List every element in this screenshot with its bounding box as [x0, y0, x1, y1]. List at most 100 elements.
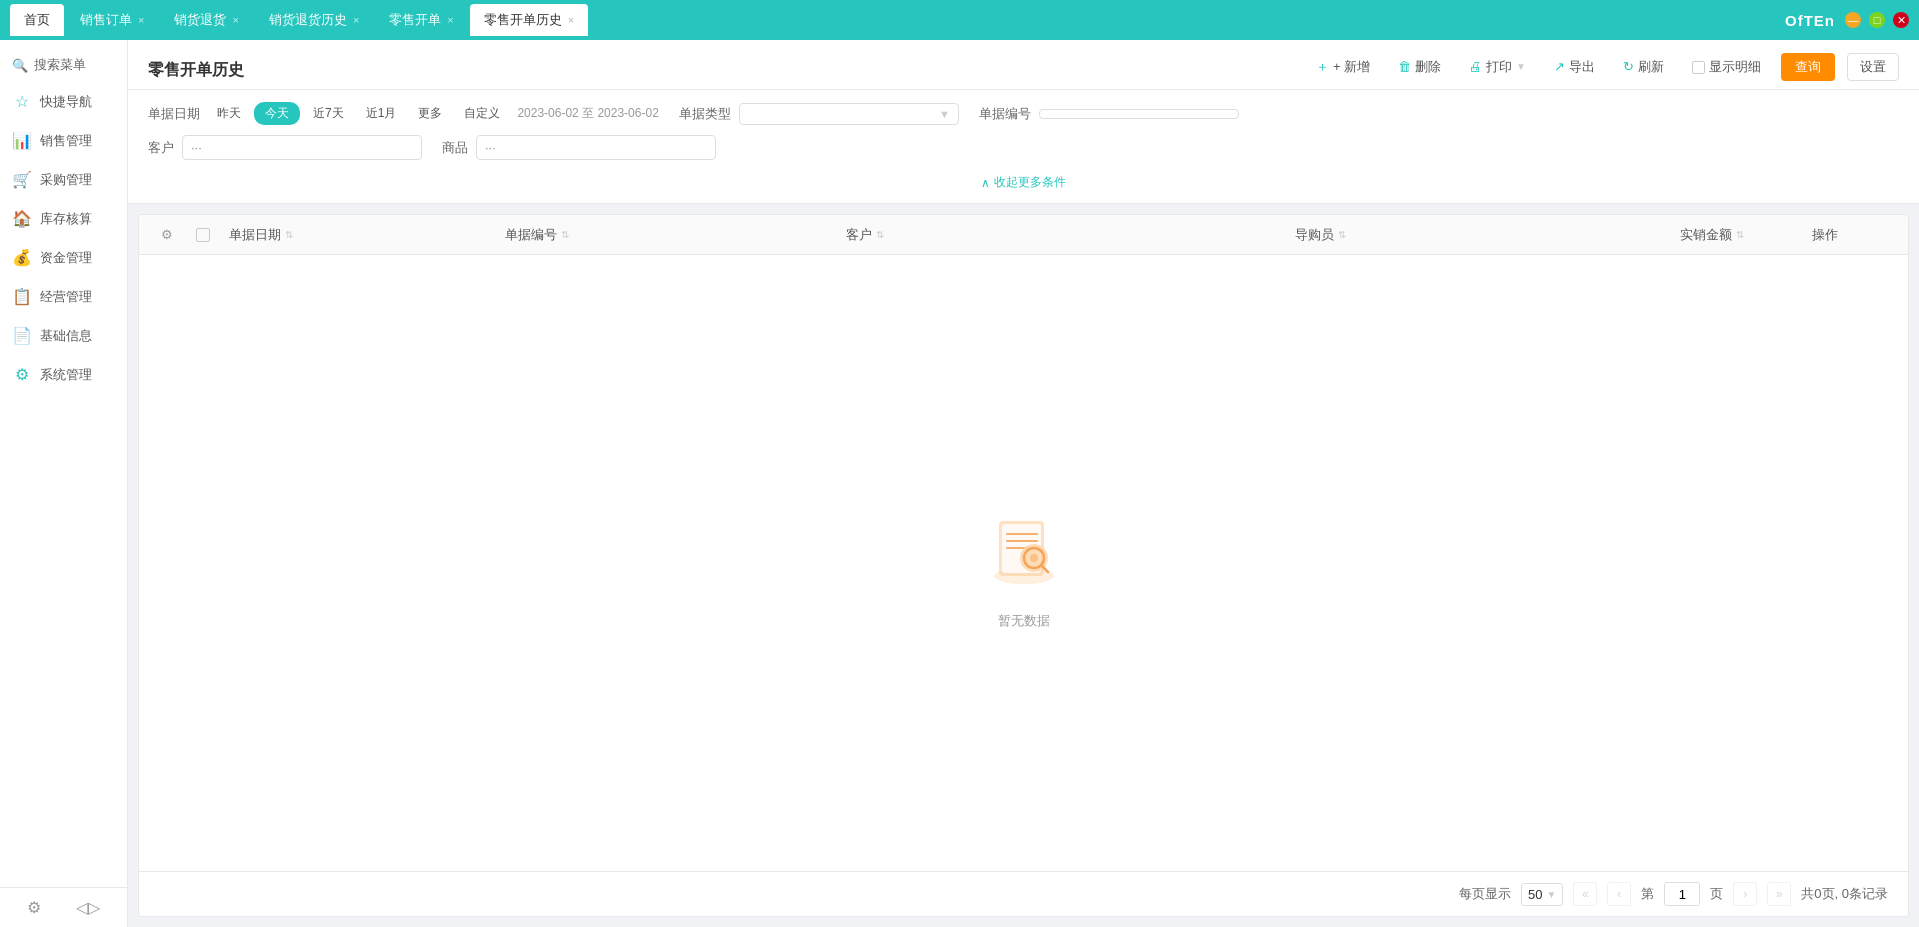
next-page-btn[interactable]: ›	[1733, 882, 1757, 906]
top-bar-right: OfTEn — □ ✕	[1785, 12, 1909, 29]
empty-state: 暂无数据	[139, 255, 1908, 871]
tab-home[interactable]: 首页	[10, 4, 64, 36]
customer-input[interactable]: ···	[182, 135, 422, 160]
home-icon: 🏠	[12, 209, 32, 228]
page-word: 第	[1641, 885, 1654, 903]
date-filter-btns: 昨天 今天 近7天 近1月 更多 自定义	[208, 102, 509, 125]
order-no-input[interactable]	[1039, 109, 1239, 119]
filter-row-1: 单据日期 昨天 今天 近7天 近1月 更多 自定义 2023-06-02 至 2…	[148, 102, 1899, 125]
tab-label: 销货退货	[174, 11, 226, 29]
1month-btn[interactable]: 近1月	[357, 102, 406, 125]
sidebar-item-operations[interactable]: 📋 经营管理	[0, 277, 127, 316]
order-type-select[interactable]: ▼	[739, 103, 959, 125]
query-button[interactable]: 查询	[1781, 53, 1835, 81]
more-btn[interactable]: 更多	[409, 102, 451, 125]
print-button[interactable]: 🖨 打印 ▼	[1461, 54, 1534, 80]
tab-label: 销售订单	[80, 11, 132, 29]
sort-icon[interactable]: ⇅	[285, 229, 293, 240]
sidebar-item-system[interactable]: ⚙ 系统管理	[0, 355, 127, 394]
sidebar-item-label: 采购管理	[40, 171, 92, 189]
settings-button[interactable]: 设置	[1847, 53, 1899, 81]
star-icon: ☆	[12, 92, 32, 111]
minimize-button[interactable]: —	[1845, 12, 1861, 28]
custom-btn[interactable]: 自定义	[455, 102, 509, 125]
collapse-filter-bar[interactable]: ∧ 收起更多条件	[148, 170, 1899, 191]
page-size-select[interactable]: 50 ▼	[1521, 883, 1563, 906]
table-header: ⚙ 单据日期 ⇅ 单据编号 ⇅ 客户 ⇅ 导购员 ⇅	[139, 215, 1908, 255]
plus-icon: ＋	[1316, 58, 1329, 76]
sort-icon[interactable]: ⇅	[876, 229, 884, 240]
brand-name: OfTEn	[1785, 12, 1835, 29]
maximize-button[interactable]: □	[1869, 12, 1885, 28]
close-icon[interactable]: ×	[138, 14, 144, 26]
sidebar-item-label: 经营管理	[40, 288, 92, 306]
export-button[interactable]: ↗ 导出	[1546, 54, 1603, 80]
checkbox-icon[interactable]	[196, 228, 210, 242]
table-area: ⚙ 单据日期 ⇅ 单据编号 ⇅ 客户 ⇅ 导购员 ⇅	[138, 214, 1909, 917]
tab-sales-return[interactable]: 销货退货 ×	[160, 4, 252, 36]
close-icon[interactable]: ×	[232, 14, 238, 26]
sidebar-item-inventory[interactable]: 🏠 库存核算	[0, 199, 127, 238]
tab-sales-order[interactable]: 销售订单 ×	[66, 4, 158, 36]
sidebar-item-sales-mgmt[interactable]: 📊 销售管理	[0, 121, 127, 160]
settings-bottom-btn[interactable]: ⚙	[27, 898, 41, 917]
th-date-label: 单据日期	[229, 226, 281, 244]
delete-button[interactable]: 🗑 删除	[1390, 54, 1449, 80]
customer-filter-item: 客户 ···	[148, 135, 422, 160]
product-placeholder: ···	[485, 140, 496, 155]
empty-text: 暂无数据	[998, 612, 1050, 630]
sort-icon[interactable]: ⇅	[561, 229, 569, 240]
th-amount: 实销金额 ⇅	[1519, 226, 1752, 244]
th-customer-label: 客户	[846, 226, 872, 244]
chevron-down-icon: ▼	[1546, 889, 1556, 900]
order-type-filter-item: 单据类型 ▼	[679, 103, 959, 125]
tab-sales-return-history[interactable]: 销货退货历史 ×	[255, 4, 373, 36]
top-tab-bar: 首页 销售订单 × 销货退货 × 销货退货历史 × 零售开单 × 零售开单历史 …	[0, 0, 1919, 40]
first-page-btn[interactable]: «	[1573, 882, 1597, 906]
yesterday-btn[interactable]: 昨天	[208, 102, 250, 125]
sidebar-item-finance[interactable]: 💰 资金管理	[0, 238, 127, 277]
today-btn[interactable]: 今天	[254, 102, 300, 125]
page-size-label: 每页显示	[1459, 885, 1511, 903]
refresh-icon: ↻	[1623, 59, 1634, 74]
tab-retail-history[interactable]: 零售开单历史 ×	[470, 4, 588, 36]
last-page-btn[interactable]: »	[1767, 882, 1791, 906]
th-no: 单据编号 ⇅	[497, 226, 838, 244]
close-button[interactable]: ✕	[1893, 12, 1909, 28]
close-icon[interactable]: ×	[353, 14, 359, 26]
add-button[interactable]: ＋ + 新增	[1308, 54, 1378, 80]
sidebar-item-quick-nav[interactable]: ☆ 快捷导航	[0, 82, 127, 121]
collapse-sidebar-btn[interactable]: ◁▷	[76, 898, 100, 917]
date-filter-item: 单据日期 昨天 今天 近7天 近1月 更多 自定义 2023-06-02 至 2…	[148, 102, 659, 125]
sidebar-item-basic-info[interactable]: 📄 基础信息	[0, 316, 127, 355]
column-settings-btn[interactable]: ⚙	[149, 227, 185, 242]
close-icon[interactable]: ×	[568, 14, 574, 26]
customer-placeholder: ···	[191, 140, 202, 155]
sidebar-item-purchase-mgmt[interactable]: 🛒 采购管理	[0, 160, 127, 199]
collapse-label: 收起更多条件	[994, 174, 1066, 191]
sort-icon[interactable]: ⇅	[1338, 229, 1346, 240]
chevron-down-icon: ▼	[1516, 61, 1526, 72]
total-info: 共0页, 0条记录	[1801, 885, 1888, 903]
page-number-input[interactable]	[1664, 882, 1700, 906]
display-detail-button[interactable]: 显示明细	[1684, 54, 1769, 80]
close-icon[interactable]: ×	[447, 14, 453, 26]
date-filter-label: 单据日期	[148, 105, 200, 123]
refresh-button[interactable]: ↻ 刷新	[1615, 54, 1672, 80]
chevron-down-icon: ▼	[939, 108, 950, 120]
chart-icon: 📊	[12, 131, 32, 150]
sort-icon[interactable]: ⇅	[1736, 229, 1744, 240]
product-label: 商品	[442, 139, 468, 157]
select-all-checkbox[interactable]	[185, 228, 221, 242]
page-title: 零售开单历史	[148, 60, 244, 81]
product-input[interactable]: ···	[476, 135, 716, 160]
prev-page-btn[interactable]: ‹	[1607, 882, 1631, 906]
th-date: 单据日期 ⇅	[221, 226, 497, 244]
sidebar-search[interactable]: 🔍 搜索菜单	[0, 48, 127, 82]
page-header: 零售开单历史 ＋ + 新增 🗑 删除 🖨 打印 ▼ ↗ 导出	[128, 40, 1919, 90]
gear-icon: ⚙	[12, 365, 32, 384]
sidebar-item-label: 库存核算	[40, 210, 92, 228]
filter-area: 单据日期 昨天 今天 近7天 近1月 更多 自定义 2023-06-02 至 2…	[128, 90, 1919, 204]
tab-retail-open[interactable]: 零售开单 ×	[375, 4, 467, 36]
7days-btn[interactable]: 近7天	[304, 102, 353, 125]
